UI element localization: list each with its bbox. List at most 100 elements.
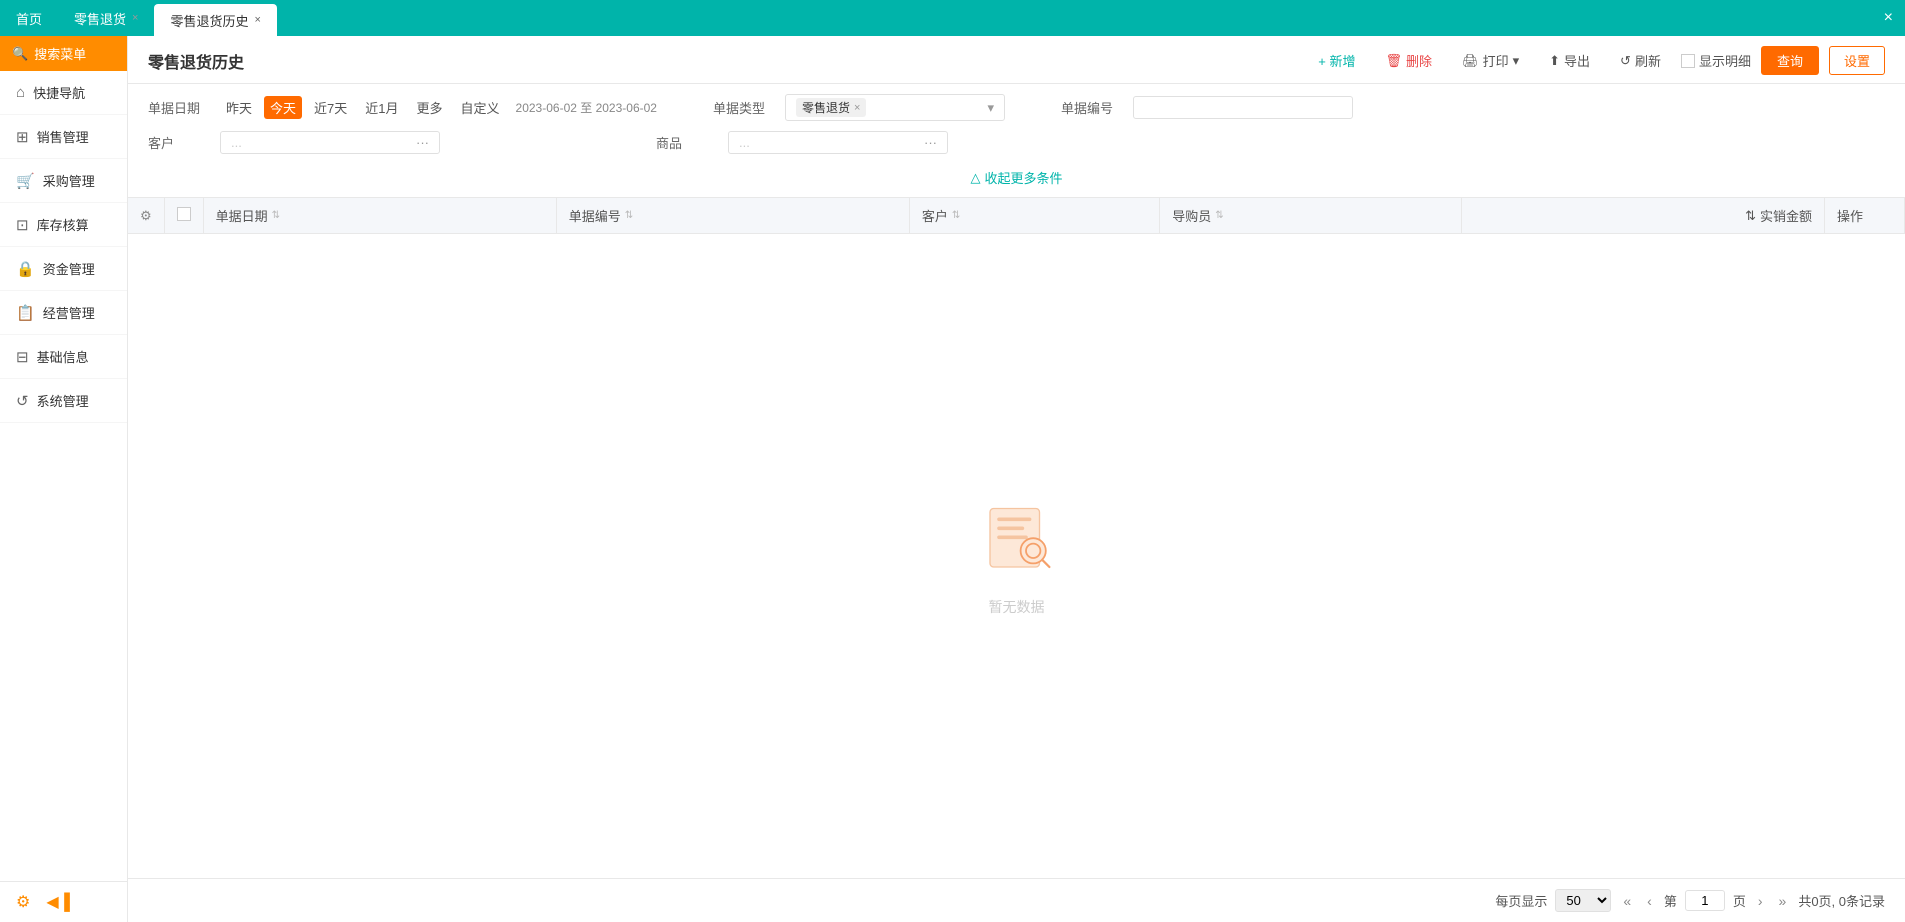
page-number-input[interactable]	[1685, 890, 1725, 911]
next-page-button[interactable]: ›	[1754, 891, 1767, 911]
sidebar-item-inventory[interactable]: ⊡ 库存核算	[0, 203, 127, 247]
sidebar-item-finance-label: 资金管理	[43, 259, 95, 278]
sidebar-search[interactable]: 🔍 搜索菜单	[0, 36, 127, 71]
prev-page-button[interactable]: ‹	[1643, 891, 1656, 911]
tab-retail-return-history-label: 零售退货历史	[170, 11, 248, 30]
page-summary: 共0页, 0条记录	[1798, 891, 1885, 910]
th-customer-label: 客户	[922, 206, 948, 225]
th-operation-label: 操作	[1837, 209, 1863, 224]
date-btn-yesterday[interactable]: 昨天	[220, 96, 258, 119]
new-button[interactable]: + 新增	[1308, 46, 1365, 75]
th-customer[interactable]: 客户 ⇅	[909, 198, 1159, 234]
sidebar-item-operation[interactable]: 📋 经营管理	[0, 291, 127, 335]
inventory-icon: ⊡	[16, 216, 29, 234]
show-detail-checkbox[interactable]	[1681, 54, 1695, 68]
sidebar-item-quick-nav[interactable]: ⌂ 快捷导航	[0, 71, 127, 115]
main-layout: 🔍 搜索菜单 ⌂ 快捷导航 ⊞ 销售管理 🛒 采购管理 ⊡ 库存核算 🔒 资金管…	[0, 36, 1905, 922]
settings-button[interactable]: 设置	[1829, 46, 1885, 75]
date-btn-more[interactable]: 更多	[411, 96, 449, 119]
sidebar: 🔍 搜索菜单 ⌂ 快捷导航 ⊞ 销售管理 🛒 采购管理 ⊡ 库存核算 🔒 资金管…	[0, 36, 128, 922]
date-btn-custom[interactable]: 自定义	[455, 96, 506, 119]
customer-dots-icon[interactable]: ···	[416, 135, 429, 150]
bill-no-label: 单据编号	[1061, 98, 1117, 117]
last-page-button[interactable]: »	[1775, 891, 1791, 911]
page-prefix: 第	[1664, 891, 1677, 910]
sidebar-item-finance[interactable]: 🔒 资金管理	[0, 247, 127, 291]
page-suffix: 页	[1733, 891, 1746, 910]
show-detail-label: 显示明细	[1699, 51, 1751, 70]
tab-home[interactable]: 首页	[0, 0, 58, 36]
collapse-arrow-icon: △	[970, 170, 980, 186]
th-guide[interactable]: 导购员 ⇅	[1160, 198, 1462, 234]
th-gear[interactable]: ⚙	[128, 198, 164, 234]
refresh-button[interactable]: ↺ 刷新	[1610, 46, 1671, 75]
th-date[interactable]: 单据日期 ⇅	[203, 198, 556, 234]
query-button[interactable]: 查询	[1761, 46, 1819, 75]
delete-button[interactable]: 🗑 删除	[1376, 46, 1443, 75]
th-checkbox[interactable]	[164, 198, 203, 234]
th-amount[interactable]: ⇅ 实销金额	[1461, 198, 1824, 234]
export-button[interactable]: ⬆ 导出	[1539, 46, 1600, 75]
date-range-display: 2023-06-02 至 2023-06-02	[516, 99, 657, 116]
date-btn-1month[interactable]: 近1月	[359, 96, 404, 119]
header-actions: + 新增 🗑 删除 🖨 打印 ▾ ⬆ 导出 ↺ 刷新	[1308, 46, 1885, 75]
sidebar-item-basic-info-label: 基础信息	[37, 347, 89, 366]
collapse-button[interactable]: △ 收起更多条件	[970, 168, 1062, 187]
show-detail-toggle[interactable]: 显示明细	[1681, 51, 1751, 70]
finance-icon: 🔒	[16, 260, 35, 278]
sound-icon[interactable]: ◀▐	[46, 892, 70, 912]
delete-icon: 🗑	[1386, 53, 1403, 69]
goods-placeholder: ...	[739, 135, 924, 150]
sidebar-item-operation-label: 经营管理	[43, 303, 95, 322]
filter-row-2: 客户 ... ··· 商品 ... ···	[148, 131, 1885, 154]
date-btn-today[interactable]: 今天	[264, 96, 302, 119]
search-icon: 🔍	[12, 46, 28, 62]
settings-gear-icon[interactable]: ⚙	[16, 892, 30, 912]
sidebar-item-purchase[interactable]: 🛒 采购管理	[0, 159, 127, 203]
collapse-row: △ 收起更多条件	[148, 164, 1885, 187]
print-button-label: 打印	[1483, 51, 1509, 70]
th-guide-label: 导购员	[1172, 206, 1211, 225]
type-tag-close[interactable]: ×	[854, 102, 860, 114]
th-amount-sort-icon: ⇅	[1745, 208, 1756, 224]
th-date-sort-icon: ⇅	[272, 210, 280, 221]
tab-retail-return-close[interactable]: ×	[132, 12, 138, 24]
sidebar-item-system[interactable]: ↺ 系统管理	[0, 379, 127, 423]
first-page-button[interactable]: «	[1619, 891, 1635, 911]
per-page-select[interactable]: 20 50 100	[1555, 889, 1611, 912]
type-tag-selected: 零售退货 ×	[796, 98, 866, 117]
purchase-icon: 🛒	[16, 172, 35, 190]
select-all-checkbox[interactable]	[177, 207, 191, 221]
sidebar-item-inventory-label: 库存核算	[37, 215, 89, 234]
customer-placeholder: ...	[231, 135, 416, 150]
sidebar-item-basic-info[interactable]: ⊟ 基础信息	[0, 335, 127, 379]
gear-column-icon[interactable]: ⚙	[140, 208, 152, 223]
filter-row-1: 单据日期 昨天 今天 近7天 近1月 更多 自定义 2023-06-02 至 2…	[148, 94, 1885, 121]
page-header: 零售退货历史 + 新增 🗑 删除 🖨 打印 ▾ ⬆ 导出	[128, 36, 1905, 84]
date-btn-7days[interactable]: 近7天	[308, 96, 353, 119]
home-icon: ⌂	[16, 84, 25, 101]
top-tab-bar: 首页 零售退货 × 零售退货历史 × ×	[0, 0, 1905, 36]
goods-dots-icon[interactable]: ···	[924, 135, 937, 150]
goods-filter-input[interactable]: ... ···	[728, 131, 948, 154]
sidebar-bottom: ⚙ ◀▐	[0, 881, 127, 922]
refresh-button-label: 刷新	[1635, 51, 1661, 70]
tab-retail-return-history-close[interactable]: ×	[254, 14, 260, 26]
tab-retail-return-history[interactable]: 零售退货历史 ×	[154, 4, 276, 36]
type-filter-dropdown[interactable]: 零售退货 × ▾	[785, 94, 1005, 121]
sidebar-item-sales[interactable]: ⊞ 销售管理	[0, 115, 127, 159]
print-button[interactable]: 🖨 打印 ▾	[1452, 46, 1529, 75]
customer-filter-input[interactable]: ... ···	[220, 131, 440, 154]
collapse-label: 收起更多条件	[984, 168, 1062, 187]
empty-state-icon	[972, 495, 1062, 585]
th-operation: 操作	[1825, 198, 1905, 234]
tab-retail-return[interactable]: 零售退货 ×	[58, 0, 154, 36]
bill-no-input[interactable]	[1133, 96, 1353, 119]
page-title: 零售退货历史	[148, 49, 1308, 73]
export-button-label: 导出	[1564, 51, 1590, 70]
th-date-label: 单据日期	[216, 206, 268, 225]
th-bill-no[interactable]: 单据编号 ⇅	[556, 198, 909, 234]
goods-filter-label: 商品	[656, 133, 712, 152]
delete-button-label: 删除	[1406, 51, 1432, 70]
window-close-icon[interactable]: ×	[1884, 9, 1893, 27]
